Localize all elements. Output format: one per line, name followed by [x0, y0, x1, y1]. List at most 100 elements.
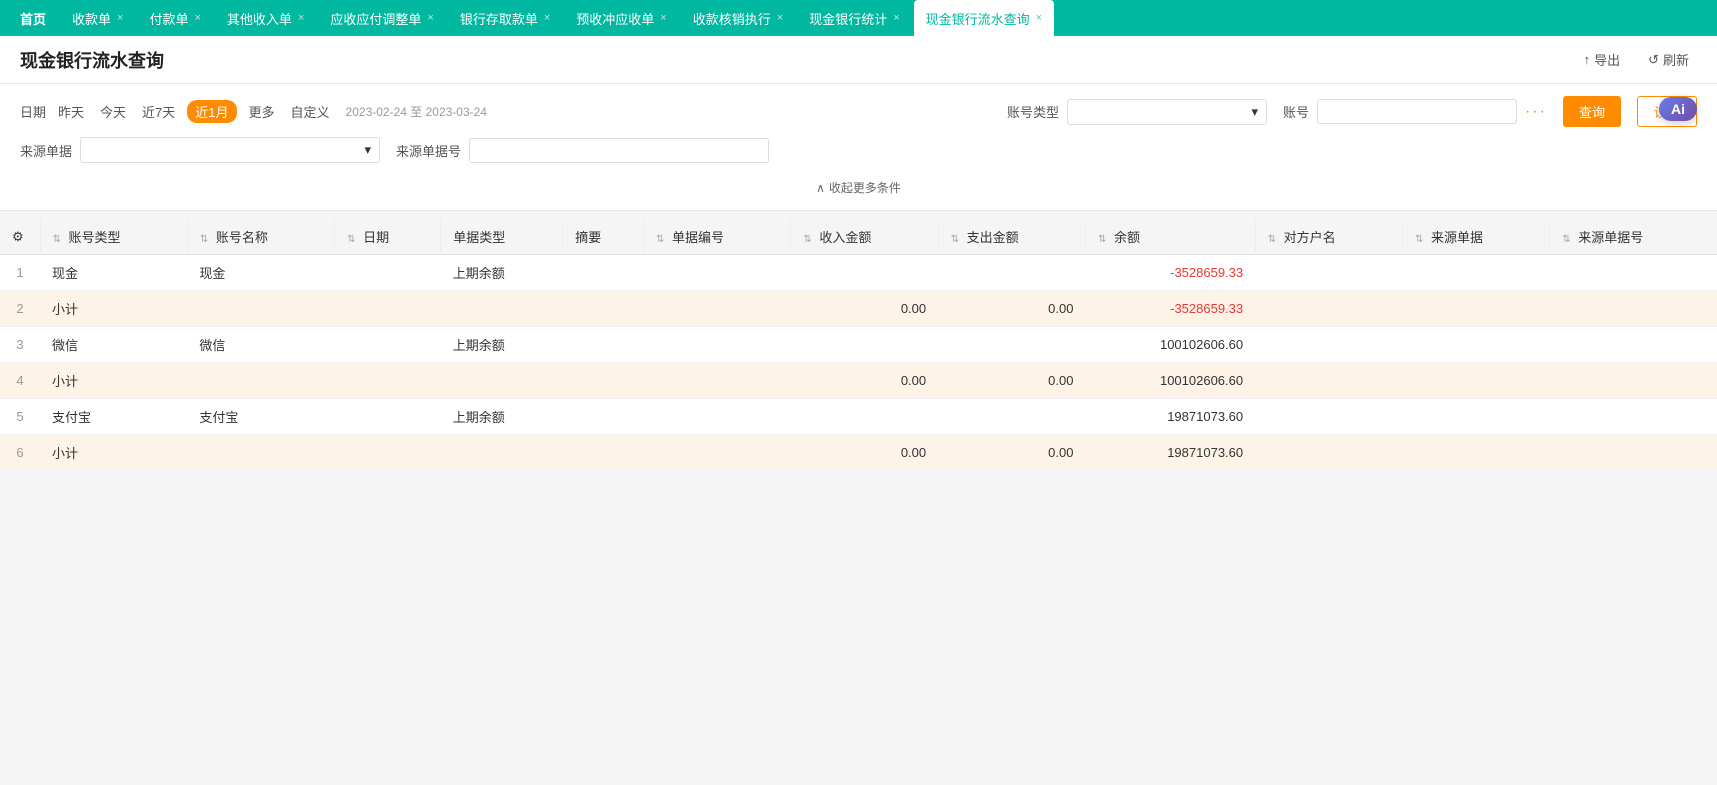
tab-cash-bank-flow[interactable]: 现金银行流水查询 × [914, 0, 1054, 36]
cell-account-type: 小计 [40, 435, 187, 471]
sort-icon: ⇅ [1268, 234, 1276, 245]
col-account-name[interactable]: ⇅ 账号名称 [187, 219, 334, 255]
cell-summary [563, 255, 644, 291]
table-row: 1 现金 现金 上期余额 -3528659.33 [0, 255, 1717, 291]
cell-counterparty [1255, 291, 1402, 327]
cell-doc-no [644, 399, 791, 435]
source-doc-select[interactable]: ▾ [80, 137, 380, 163]
date-custom[interactable]: 自定义 [287, 100, 334, 123]
chevron-down-icon: ▾ [364, 142, 371, 158]
col-expense[interactable]: ⇅ 支出金额 [938, 219, 1085, 255]
top-navigation: 首页 收款单 × 付款单 × 其他收入单 × 应收应付调整单 × 银行存取款单 … [0, 0, 1717, 36]
header-actions: ↑ 导出 ↺ 刷新 [1576, 46, 1697, 73]
cell-balance: 100102606.60 [1085, 363, 1255, 399]
cell-account-name [187, 291, 334, 327]
cell-doc-no [644, 291, 791, 327]
date-filter: 日期 昨天 今天 近7天 近1月 更多 自定义 2023-02-24 至 202… [20, 100, 487, 123]
close-icon[interactable]: × [893, 12, 899, 24]
tab-bank-deposit[interactable]: 银行存取款单 × [448, 0, 562, 36]
date-today[interactable]: 今天 [96, 100, 130, 123]
sort-icon: ⇅ [1562, 234, 1570, 245]
filter-area: 日期 昨天 今天 近7天 近1月 更多 自定义 2023-02-24 至 202… [0, 84, 1717, 211]
date-7days[interactable]: 近7天 [138, 100, 179, 123]
cell-date [335, 291, 441, 327]
col-summary[interactable]: 摘要 [563, 219, 644, 255]
cell-date [335, 255, 441, 291]
col-counterparty[interactable]: ⇅ 对方户名 [1255, 219, 1402, 255]
tab-other-income[interactable]: 其他收入单 × [215, 0, 316, 36]
sort-icon: ⇅ [656, 234, 664, 245]
cell-summary [563, 435, 644, 471]
export-button[interactable]: ↑ 导出 [1576, 46, 1629, 73]
cell-doc-type: 上期余额 [441, 255, 563, 291]
cell-account-name: 支付宝 [187, 399, 334, 435]
col-source-doc[interactable]: ⇅ 来源单据 [1402, 219, 1549, 255]
refresh-button[interactable]: ↺ 刷新 [1640, 46, 1697, 73]
tab-receipts[interactable]: 收款单 × [60, 0, 135, 36]
account-input[interactable] [1317, 99, 1517, 124]
cell-doc-no [644, 327, 791, 363]
tab-collection-exec[interactable]: 收款核销执行 × [681, 0, 795, 36]
close-icon[interactable]: × [1036, 12, 1042, 24]
close-icon[interactable]: × [660, 12, 666, 24]
cell-source-doc-no [1550, 327, 1717, 363]
col-doc-type[interactable]: 单据类型 [441, 219, 563, 255]
close-icon[interactable]: × [777, 12, 783, 24]
cell-expense: 0.00 [938, 363, 1085, 399]
row-number: 6 [0, 435, 40, 471]
close-icon[interactable]: × [194, 12, 200, 24]
col-source-doc-no[interactable]: ⇅ 来源单据号 [1550, 219, 1717, 255]
cell-account-type: 微信 [40, 327, 187, 363]
cell-expense [938, 399, 1085, 435]
table-header-row: ⚙ ⇅ 账号类型 ⇅ 账号名称 ⇅ 日期 单据类型 摘要 [0, 219, 1717, 255]
data-table: ⚙ ⇅ 账号类型 ⇅ 账号名称 ⇅ 日期 单据类型 摘要 [0, 219, 1717, 471]
col-date[interactable]: ⇅ 日期 [335, 219, 441, 255]
cell-source-doc-no [1550, 399, 1717, 435]
cell-income: 0.00 [791, 363, 938, 399]
query-button[interactable]: 查询 [1563, 96, 1621, 127]
col-account-type[interactable]: ⇅ 账号类型 [40, 219, 187, 255]
collapse-icon: ∧ [816, 181, 825, 195]
close-icon[interactable]: × [427, 12, 433, 24]
cell-account-name [187, 435, 334, 471]
date-yesterday[interactable]: 昨天 [54, 100, 88, 123]
date-range-display: 2023-02-24 至 2023-03-24 [346, 103, 487, 120]
col-gear[interactable]: ⚙ [0, 219, 40, 255]
col-balance[interactable]: ⇅ 余额 [1085, 219, 1255, 255]
cell-account-name [187, 363, 334, 399]
row-number: 1 [0, 255, 40, 291]
account-type-select[interactable]: ▾ [1067, 99, 1267, 125]
tab-payments[interactable]: 付款单 × [137, 0, 212, 36]
cell-summary [563, 363, 644, 399]
table-row: 2 小计 0.00 0.00 -3528659.33 [0, 291, 1717, 327]
col-income[interactable]: ⇅ 收入金额 [791, 219, 938, 255]
tab-prepay-offset[interactable]: 预收冲应收单 × [564, 0, 678, 36]
cell-source-doc [1402, 291, 1549, 327]
date-1month[interactable]: 近1月 [187, 100, 236, 123]
col-doc-no[interactable]: ⇅ 单据编号 [644, 219, 791, 255]
close-icon[interactable]: × [117, 12, 123, 24]
account-filter: 账号 ··· [1283, 99, 1547, 124]
ai-badge[interactable]: Ai [1659, 97, 1697, 121]
date-label: 日期 [20, 102, 46, 121]
collapse-button[interactable]: ∧ 收起更多条件 [20, 173, 1697, 198]
home-nav-item[interactable]: 首页 [8, 0, 58, 36]
close-icon[interactable]: × [298, 12, 304, 24]
cell-expense [938, 255, 1085, 291]
cell-source-doc-no [1550, 435, 1717, 471]
close-icon[interactable]: × [544, 12, 550, 24]
cell-summary [563, 291, 644, 327]
date-more[interactable]: 更多 [245, 100, 279, 123]
cell-income [791, 399, 938, 435]
sort-icon: ⇅ [1415, 234, 1423, 245]
cell-summary [563, 399, 644, 435]
more-dots[interactable]: ··· [1525, 103, 1547, 121]
tab-ar-ap-adjust[interactable]: 应收应付调整单 × [318, 0, 445, 36]
cell-account-name: 现金 [187, 255, 334, 291]
row-number: 4 [0, 363, 40, 399]
tab-cash-bank-stats[interactable]: 现金银行统计 × [797, 0, 911, 36]
cell-doc-type [441, 363, 563, 399]
table-row: 5 支付宝 支付宝 上期余额 19871073.60 [0, 399, 1717, 435]
source-doc-no-input[interactable] [469, 138, 769, 163]
page-header: 现金银行流水查询 ↑ 导出 ↺ 刷新 [0, 36, 1717, 84]
